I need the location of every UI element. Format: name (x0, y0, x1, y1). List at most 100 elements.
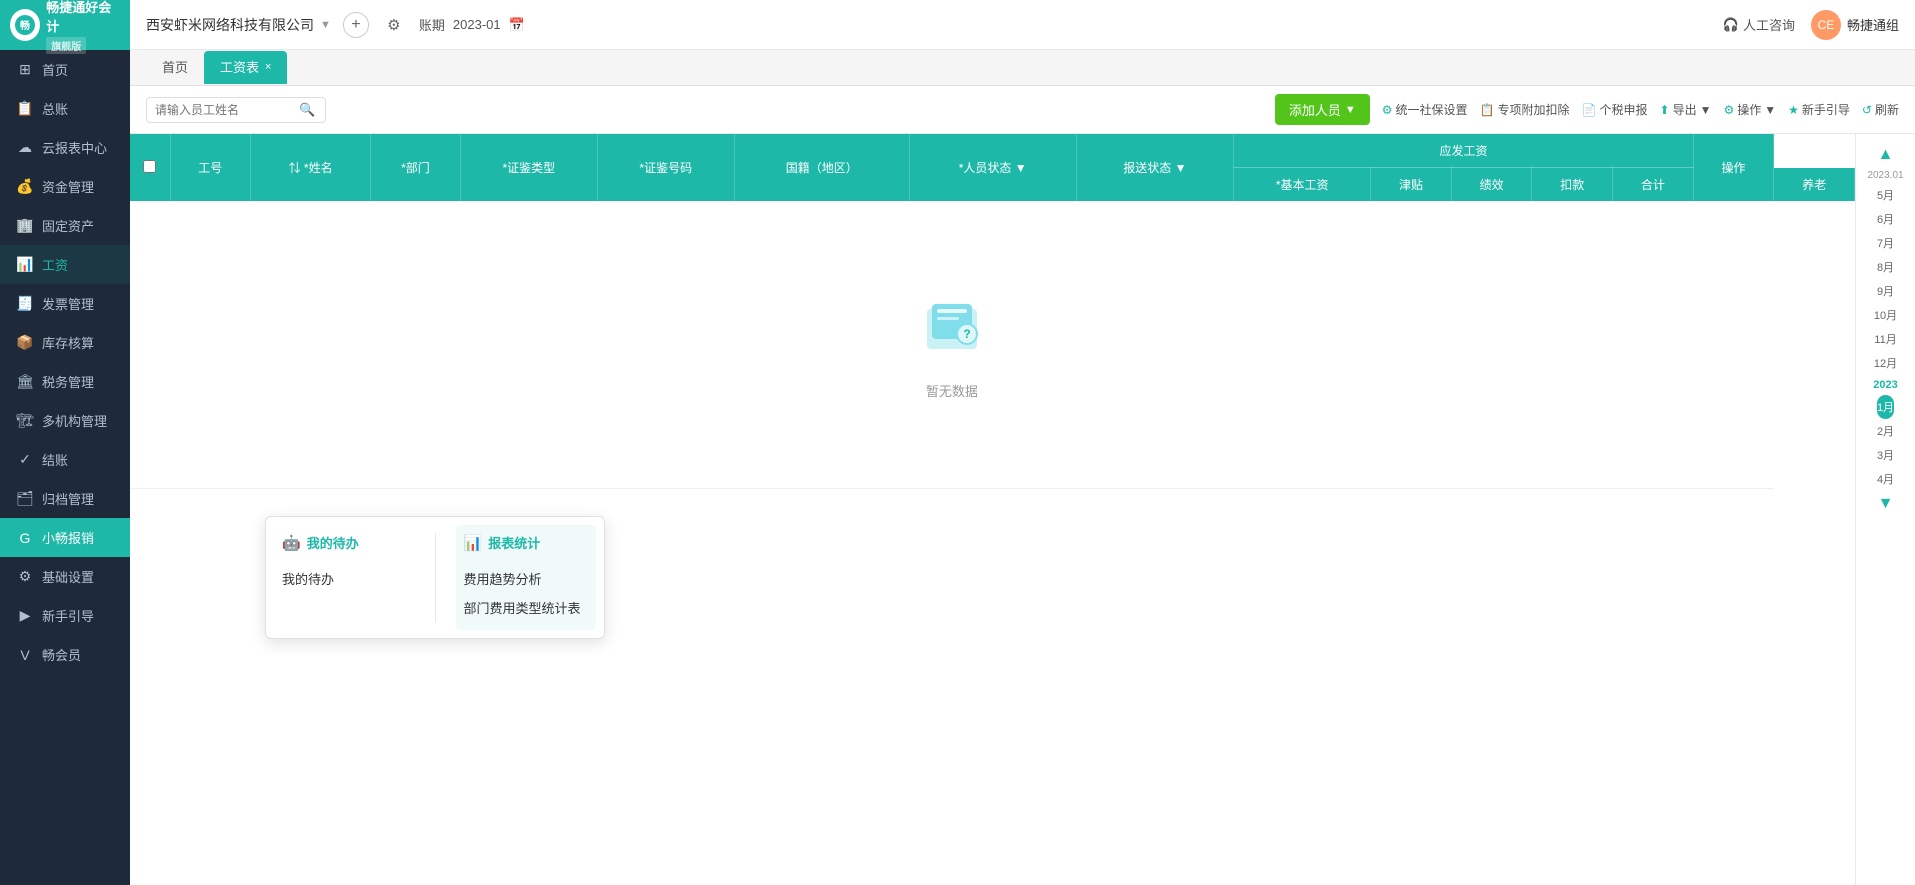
social-insurance-label: 统一社保设置 (1396, 101, 1468, 118)
search-input[interactable] (155, 103, 295, 117)
period-selector[interactable]: 账期 2023-01 📅 (419, 15, 525, 34)
timeline-month-prev-6月[interactable]: 6月 (1874, 207, 1897, 231)
th-empno: 工号 (170, 134, 251, 201)
company-selector[interactable]: 西安虾米网络科技有限公司 ▼ (146, 15, 331, 35)
timeline-month-prev-8月[interactable]: 8月 (1874, 255, 1897, 279)
timeline-month-2月[interactable]: 2月 (1873, 419, 1898, 443)
sidebar-item-invoice[interactable]: 🧾发票管理 (0, 284, 130, 323)
sidebar-item-cloud[interactable]: ☁云报表中心 (0, 128, 130, 167)
dropdown-item-todo[interactable]: 我的待办 (282, 564, 407, 593)
operation-label: 操作 (1737, 101, 1761, 118)
tax-deduct-icon: 📋 (1480, 103, 1495, 117)
company-name: 西安虾米网络科技有限公司 (146, 15, 314, 35)
th-dept: *部门 (371, 134, 461, 201)
sidebar-item-guide[interactable]: ▶新手引导 (0, 596, 130, 635)
member-icon: V (16, 647, 34, 663)
tab-home-label: 首页 (162, 60, 188, 75)
add-company-button[interactable]: + (343, 12, 369, 38)
export-action[interactable]: ⬆ 导出 ▼ (1660, 101, 1712, 118)
refresh-action[interactable]: ↺ 刷新 (1862, 101, 1899, 118)
settings-icon[interactable]: ⚙ (381, 12, 407, 38)
select-all-checkbox[interactable] (143, 160, 156, 173)
add-person-label: 添加人员 (1289, 100, 1341, 119)
sidebar-item-member[interactable]: V畅会员 (0, 635, 130, 674)
sidebar-label-cloud: 云报表中心 (42, 138, 107, 157)
assets-icon: 🏢 (16, 217, 34, 234)
sidebar-label-settle: 结账 (42, 450, 68, 469)
sidebar-item-assets[interactable]: 🏢固定资产 (0, 206, 130, 245)
sidebar-item-salary[interactable]: 📊 工资 (0, 245, 130, 284)
sidebar-nav: ⊞首页📋总账☁云报表中心💰资金管理🏢固定资产 📊 工资 🧾发票管理📦库存核算🏛税务管理… (0, 50, 130, 674)
sidebar-item-tax[interactable]: 🏛税务管理 (0, 362, 130, 401)
new-guide-action[interactable]: ★ 新手引导 (1788, 101, 1850, 118)
sidebar-label-tax: 税务管理 (42, 372, 94, 391)
timeline-year-prev: 2023.01 (1867, 170, 1903, 181)
dropdown-col-reports: 📊 报表统计 费用趋势分析 部门费用类型统计表 (456, 525, 597, 630)
operation-action[interactable]: ⚙ 操作 ▼ (1723, 101, 1776, 118)
timeline-month-3月[interactable]: 3月 (1873, 443, 1898, 467)
timeline-down-button[interactable]: ▼ (1874, 491, 1898, 517)
refresh-icon: ↺ (1862, 103, 1872, 117)
sidebar-item-archive[interactable]: 🗂归档管理 (0, 479, 130, 518)
tax-deduct-action[interactable]: 📋 专项附加扣除 (1480, 101, 1570, 118)
timeline-month-4月[interactable]: 4月 (1873, 467, 1898, 491)
sidebar-label-salary: 工资 (42, 255, 68, 274)
timeline-month-prev-10月[interactable]: 10月 (1874, 303, 1897, 327)
add-person-button[interactable]: 添加人员 ▼ (1275, 94, 1370, 125)
sidebar-item-basic[interactable]: ⚙ 基础设置 (0, 557, 130, 596)
sidebar: 畅 畅捷通好会计 旗舰版 ⊞首页📋总账☁云报表中心💰资金管理🏢固定资产📊工资🧾发… (0, 0, 130, 885)
timeline-month-prev-12月[interactable]: 12月 (1874, 351, 1897, 375)
timeline-month-prev-9月[interactable]: 9月 (1874, 279, 1897, 303)
tab-close-icon[interactable]: × (265, 61, 271, 73)
timeline-month-prev-11月[interactable]: 11月 (1874, 327, 1897, 351)
dropdown-item-cost-trend[interactable]: 费用趋势分析 (464, 564, 589, 593)
basic-icon: ⚙ (16, 568, 34, 585)
sidebar-item-home[interactable]: ⊞首页 (0, 50, 130, 89)
sidebar-label-ledger: 总账 (42, 99, 68, 118)
sidebar-label-inventory: 库存核算 (42, 333, 94, 352)
dropdown-item-dept-cost[interactable]: 部门费用类型统计表 (464, 593, 589, 622)
sidebar-item-multi[interactable]: 🏗多机构管理 (0, 401, 130, 440)
user-menu[interactable]: CE 畅捷通组 (1811, 10, 1899, 40)
th-bonus: 绩效 (1451, 168, 1532, 202)
tab-home[interactable]: 首页 (146, 51, 204, 84)
salary-icon: 📊 (16, 256, 34, 273)
tab-salary-label: 工资表 (220, 57, 259, 76)
th-cert-type: *证鉴类型 (460, 134, 597, 201)
tax-report-action[interactable]: 📄 个税申报 (1582, 101, 1648, 118)
period-value: 2023-01 (453, 17, 501, 32)
sidebar-item-inventory[interactable]: 📦库存核算 (0, 323, 130, 362)
tax-deduct-label: 专项附加扣除 (1498, 101, 1570, 118)
support-label: 人工咨询 (1743, 15, 1795, 34)
timeline-up-button[interactable]: ▲ (1874, 142, 1898, 168)
timeline-month-prev-7月[interactable]: 7月 (1874, 231, 1897, 255)
guide-icon: ▶ (16, 607, 34, 624)
social-insurance-action[interactable]: ⚙ 统一社保设置 (1382, 101, 1468, 118)
sidebar-item-xiaochang[interactable]: G小畅报销 (0, 518, 130, 557)
salary-table-wrap: 工号 ⇅ *姓名 *部门 *证鉴类型 *证鉴号码 国籍（地区） *人员状态 ▼ … (130, 134, 1855, 885)
th-total: 合计 (1613, 168, 1694, 202)
th-name: ⇅ *姓名 (251, 134, 371, 201)
sidebar-label-basic: 基础设置 (42, 567, 94, 586)
dropdown-todo-title: 🤖 我的待办 (282, 533, 407, 552)
timeline-month-1月[interactable]: 1月 (1877, 395, 1894, 419)
sidebar-label-xiaochang: 小畅报销 (42, 528, 94, 547)
th-checkbox[interactable] (130, 134, 170, 201)
sidebar-label-home: 首页 (42, 60, 68, 79)
toolbar-actions: 添加人员 ▼ ⚙ 统一社保设置 📋 专项附加扣除 📄 个税申报 ⬆ 导出 (1275, 94, 1899, 125)
page-toolbar: 🔍 添加人员 ▼ ⚙ 统一社保设置 📋 专项附加扣除 📄 个税申报 (130, 86, 1915, 134)
avatar: CE (1811, 10, 1841, 40)
sidebar-item-ledger[interactable]: 📋总账 (0, 89, 130, 128)
topbar: 西安虾米网络科技有限公司 ▼ + ⚙ 账期 2023-01 📅 🎧 人工咨询 C… (130, 0, 1915, 50)
tab-salary-table[interactable]: 工资表 × (204, 51, 287, 84)
support-button[interactable]: 🎧 人工咨询 (1723, 15, 1795, 34)
logo-text-group: 畅捷通好会计 旗舰版 (46, 0, 120, 54)
sidebar-item-settle[interactable]: ✓结账 (0, 440, 130, 479)
search-box[interactable]: 🔍 (146, 97, 326, 123)
dropdown-reports-label: 报表统计 (488, 533, 540, 552)
tab-bar: 首页 工资表 × (130, 50, 1915, 86)
topbar-right: 🎧 人工咨询 CE 畅捷通组 (1723, 10, 1899, 40)
sidebar-item-funds[interactable]: 💰资金管理 (0, 167, 130, 206)
dropdown-todo-label: 我的待办 (307, 533, 359, 552)
timeline-month-prev-5月[interactable]: 5月 (1874, 183, 1897, 207)
